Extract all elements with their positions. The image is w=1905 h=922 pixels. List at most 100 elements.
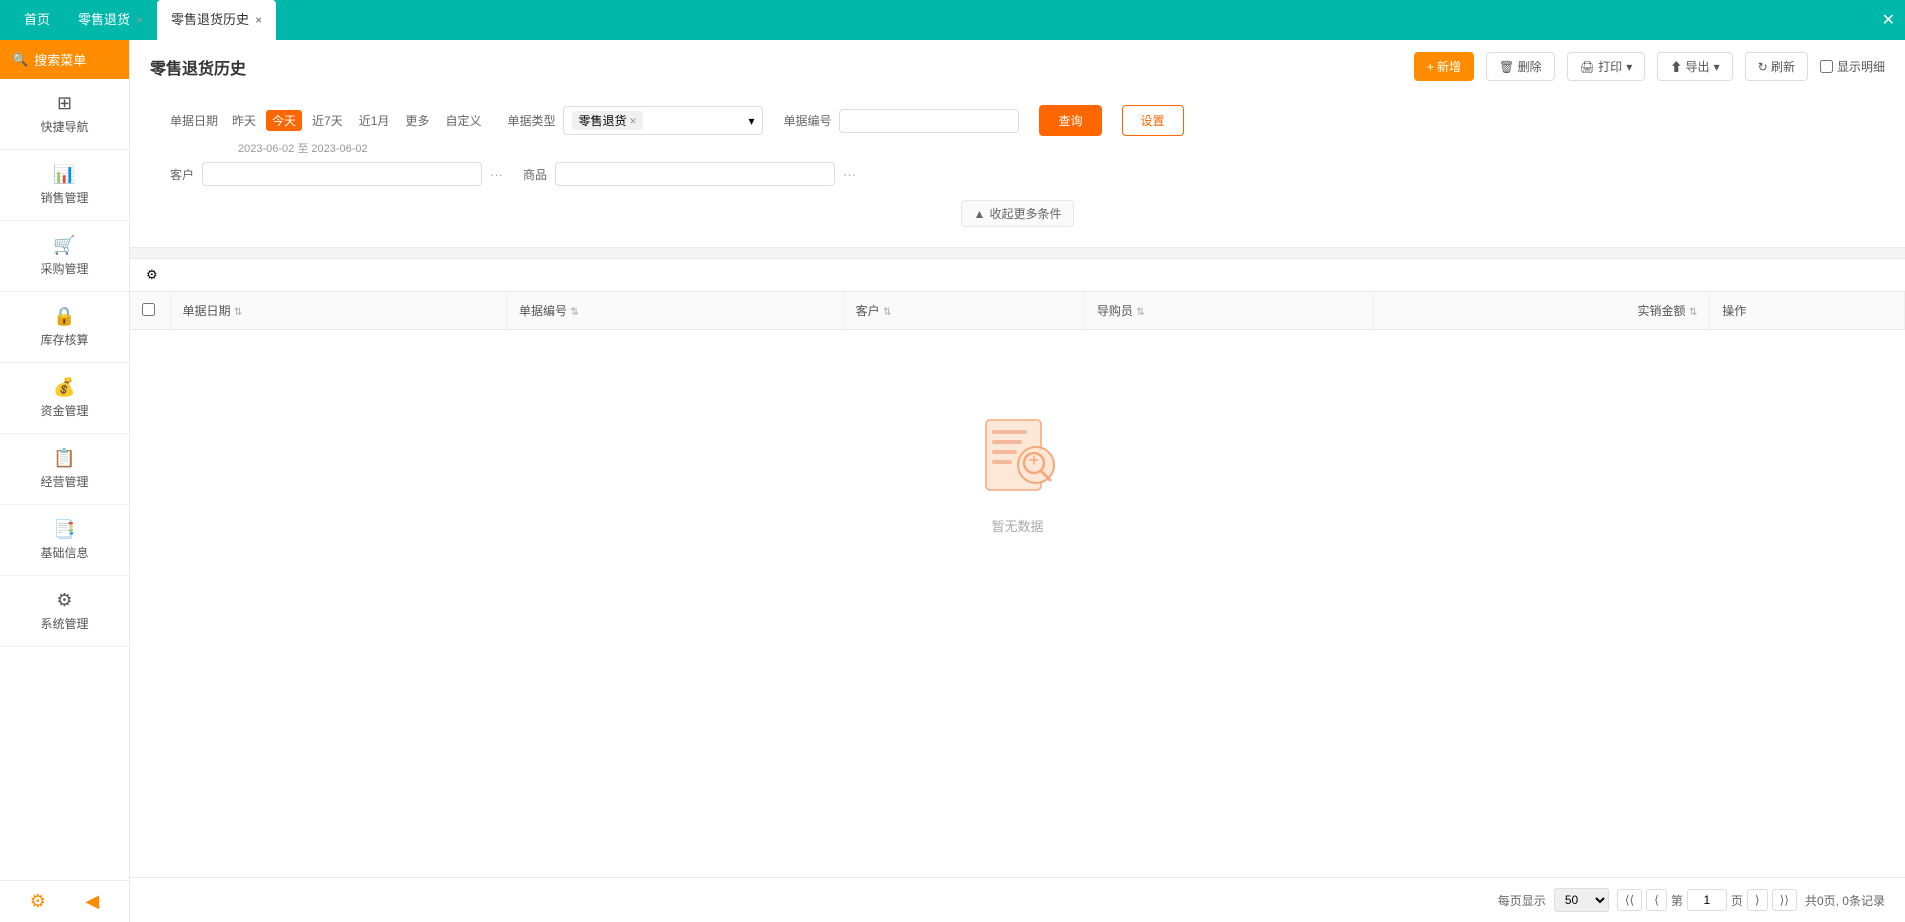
collapse-label: 收起更多条件 [989, 205, 1061, 222]
date-range-display: 2023-06-02 至 2023-06-02 [238, 143, 368, 155]
collapse-sidebar-icon[interactable]: ◀ [85, 891, 99, 912]
th-guide-sort[interactable]: ⇅ [1136, 307, 1144, 318]
sidebar-item-finance[interactable]: 💰 资金管理 [0, 363, 129, 434]
date-btn-more[interactable]: 更多 [399, 110, 435, 131]
settings-bottom-icon[interactable]: ⚙ [30, 891, 46, 912]
page-header: 零售退货历史 + 新增 🗑 删除 🖨 打印 ▾ ⬆ 导出 ▾ ↻ 刷新 [130, 40, 1905, 248]
last-page-button[interactable]: ⟩⟩ [1772, 889, 1797, 911]
customer-dots[interactable]: ··· [490, 167, 503, 182]
print-label: 🖨 打印 [1580, 58, 1623, 75]
th-action: 操作 [1710, 292, 1905, 330]
sidebar-search-label: 搜索菜单 [34, 50, 86, 69]
date-btn-custom[interactable]: 自定义 [439, 110, 487, 131]
sidebar-item-operations[interactable]: 📋 经营管理 [0, 434, 129, 505]
tab-home[interactable]: 首页 [10, 0, 64, 40]
sidebar-item-purchase-label: 采购管理 [40, 260, 88, 277]
goods-input[interactable] [555, 162, 835, 186]
sidebar-item-purchase-mgmt[interactable]: 🛒 采购管理 [0, 221, 129, 292]
sidebar-bottom: ⚙ ◀ [0, 880, 129, 922]
refresh-button[interactable]: ↻ 刷新 [1745, 52, 1808, 81]
page-number-input[interactable] [1687, 889, 1727, 911]
type-label: 单据类型 [507, 112, 555, 129]
page-title: 零售退货历史 [150, 55, 246, 79]
table-settings-icon[interactable]: ⚙ [146, 267, 158, 283]
th-amount-sort[interactable]: ⇅ [1689, 307, 1697, 318]
date-btn-7days[interactable]: 近7天 [306, 110, 349, 131]
quick-nav-icon: ⊞ [57, 93, 72, 114]
number-label: 单据编号 [783, 112, 831, 129]
table-toolbar: ⚙ [130, 259, 1905, 292]
collapse-button[interactable]: ▲ 收起更多条件 [961, 200, 1075, 227]
window-close-icon[interactable]: ✕ [1882, 10, 1895, 30]
display-detail-label: 显示明细 [1837, 58, 1885, 75]
top-bar: 首页 零售退货 × 零售退货历史 × ✕ [0, 0, 1905, 40]
th-number: 单据编号 ⇅ [507, 292, 844, 330]
type-tag-remove[interactable]: × [629, 114, 636, 128]
number-input[interactable] [839, 109, 1019, 133]
prev-page-button[interactable]: ⟨ [1646, 889, 1667, 911]
type-select[interactable]: 零售退货 × ▾ [563, 106, 763, 135]
print-dropdown-icon: ▾ [1626, 60, 1632, 74]
export-label: ⬆ 导出 [1670, 58, 1709, 75]
main-layout: 🔍 搜索菜单 ⊞ 快捷导航 📊 销售管理 🛒 采购管理 🔒 库存核算 💰 资金管… [0, 40, 1905, 922]
sidebar-item-finance-label: 资金管理 [40, 402, 88, 419]
tab-retail-return-history-close[interactable]: × [255, 0, 262, 40]
type-tag: 零售退货 × [572, 111, 642, 130]
date-btn-1month[interactable]: 近1月 [353, 110, 396, 131]
table-container: ⚙ 单据日期 ⇅ 单据编号 ⇅ [130, 258, 1905, 877]
empty-state: 暂无数据 [130, 330, 1905, 615]
empty-text: 暂无数据 [991, 516, 1043, 535]
sidebar-item-inventory[interactable]: 🔒 库存核算 [0, 292, 129, 363]
finance-icon: 💰 [53, 377, 75, 398]
customer-input[interactable] [202, 162, 482, 186]
export-button[interactable]: ⬆ 导出 ▾ [1657, 52, 1732, 81]
per-page-select[interactable]: 10 20 50 100 [1554, 888, 1609, 912]
purchase-icon: 🛒 [53, 235, 75, 256]
th-checkbox [130, 292, 170, 330]
th-amount-label: 实销金额 [1638, 304, 1686, 318]
total-label: 共0页, 0条记录 [1805, 892, 1885, 909]
system-icon: ⚙ [56, 590, 72, 611]
sidebar-item-operations-label: 经营管理 [40, 473, 88, 490]
th-customer: 客户 ⇅ [843, 292, 1084, 330]
sidebar-item-sales-label: 销售管理 [40, 189, 88, 206]
next-page-button[interactable]: ⟩ [1747, 889, 1768, 911]
content-area: 零售退货历史 + 新增 🗑 删除 🖨 打印 ▾ ⬆ 导出 ▾ ↻ 刷新 [130, 40, 1905, 922]
new-button[interactable]: + 新增 [1414, 52, 1474, 81]
query-button[interactable]: 查询 [1039, 105, 1101, 136]
settings-button[interactable]: 设置 [1122, 105, 1184, 136]
sidebar-item-sales-mgmt[interactable]: 📊 销售管理 [0, 150, 129, 221]
filter-row-1: 单据日期 昨天 今天 近7天 近1月 更多 自定义 单据类型 [170, 105, 1865, 136]
tab-retail-return[interactable]: 零售退货 × [64, 0, 157, 40]
date-filter: 单据日期 昨天 今天 近7天 近1月 更多 自定义 [170, 110, 487, 131]
delete-button[interactable]: 🗑 删除 [1486, 52, 1555, 81]
goods-label: 商品 [523, 166, 547, 183]
sidebar-item-quick-nav-label: 快捷导航 [40, 118, 88, 135]
sidebar-search[interactable]: 🔍 搜索菜单 [0, 40, 129, 79]
th-date-sort[interactable]: ⇅ [234, 307, 242, 318]
th-date: 单据日期 ⇅ [170, 292, 507, 330]
first-page-button[interactable]: ⟨⟨ [1617, 889, 1642, 911]
tab-retail-return-history[interactable]: 零售退货历史 × [157, 0, 276, 40]
sidebar-item-basic-info[interactable]: 📑 基础信息 [0, 505, 129, 576]
display-detail-checkbox[interactable] [1820, 60, 1833, 73]
toolbar: + 新增 🗑 删除 🖨 打印 ▾ ⬆ 导出 ▾ ↻ 刷新 显示明细 [1414, 52, 1885, 81]
tab-retail-return-close[interactable]: × [136, 0, 143, 40]
select-all-checkbox[interactable] [142, 303, 155, 316]
date-btn-yesterday[interactable]: 昨天 [226, 110, 262, 131]
th-customer-sort[interactable]: ⇅ [883, 307, 891, 318]
number-filter: 单据编号 [783, 109, 1019, 133]
print-button[interactable]: 🖨 打印 ▾ [1567, 52, 1646, 81]
th-action-label: 操作 [1722, 304, 1746, 318]
date-btn-today[interactable]: 今天 [266, 110, 302, 131]
sidebar-item-system-mgmt[interactable]: ⚙ 系统管理 [0, 576, 129, 647]
tab-home-label: 首页 [24, 0, 50, 40]
th-number-sort[interactable]: ⇅ [570, 307, 578, 318]
data-table: 单据日期 ⇅ 单据编号 ⇅ 客户 ⇅ 导购员 ⇅ [130, 292, 1905, 330]
customer-label: 客户 [170, 166, 194, 183]
tab-retail-return-label: 零售退货 [78, 0, 130, 40]
goods-dots[interactable]: ··· [843, 167, 856, 182]
th-guide: 导购员 ⇅ [1084, 292, 1373, 330]
page-title-row: 零售退货历史 + 新增 🗑 删除 🖨 打印 ▾ ⬆ 导出 ▾ ↻ 刷新 [150, 52, 1885, 81]
sidebar-item-quick-nav[interactable]: ⊞ 快捷导航 [0, 79, 129, 150]
